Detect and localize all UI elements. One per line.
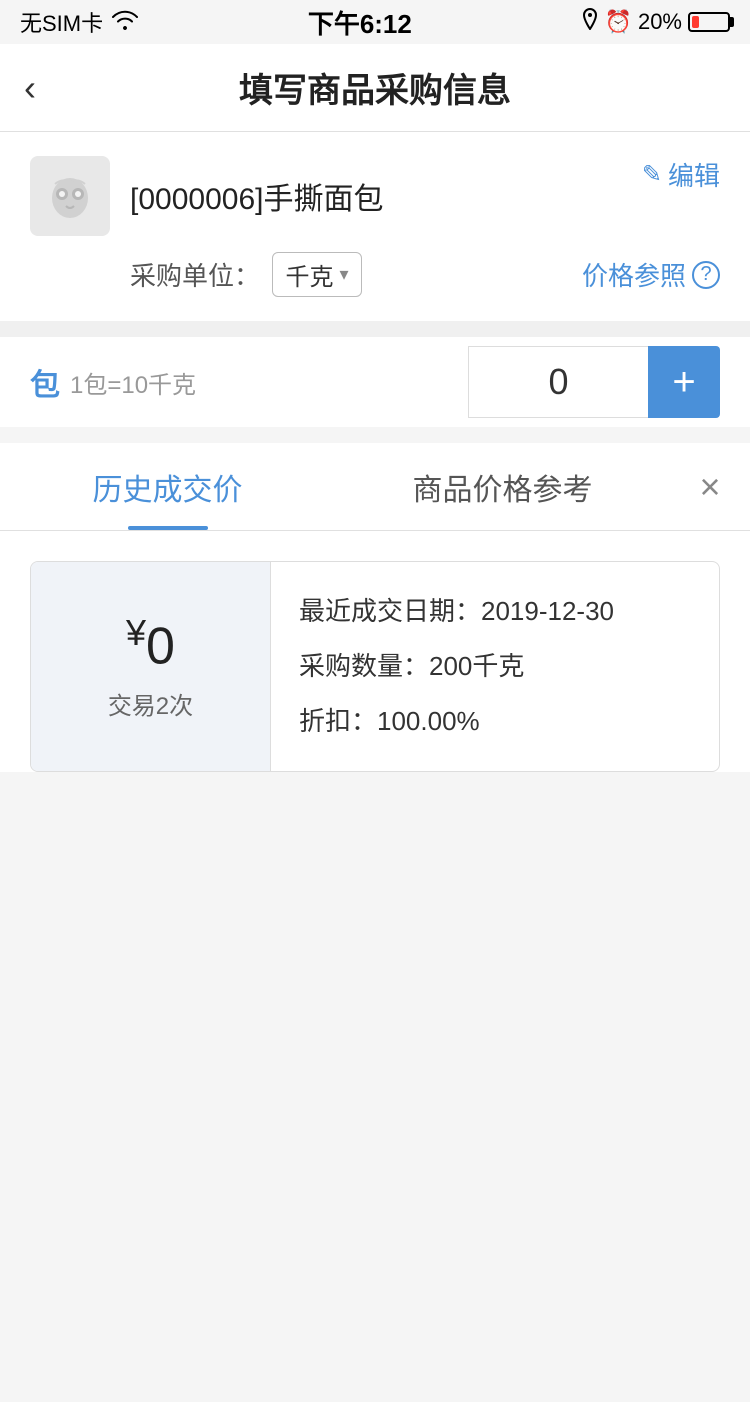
product-thumbnail (30, 156, 110, 236)
price-summary-panel: ¥0 交易2次 (31, 562, 271, 771)
status-left: 无SIM卡 (20, 6, 139, 38)
time-display: 下午6:12 (308, 4, 412, 41)
battery-text: 20% (638, 9, 682, 35)
product-name: [0000006]手撕面包 (130, 174, 383, 218)
alarm-icon: ⏰ (605, 9, 632, 35)
quantity-row: 包 1包=10千克 + (0, 337, 750, 427)
product-id: [0000006] (130, 183, 263, 216)
unit-conversion-text: 1包=10千克 (70, 365, 196, 400)
close-button[interactable]: × (670, 466, 750, 508)
unit-select-button[interactable]: 千克 ▾ (272, 252, 361, 297)
status-bar: 无SIM卡 下午6:12 ⏰ 20% (0, 0, 750, 44)
close-icon: × (699, 466, 720, 508)
price-card: ¥0 交易2次 最近成交日期：2019-12-30 采购数量：200千克 折扣：… (30, 561, 720, 772)
location-icon (581, 8, 599, 36)
unit-value: 千克 (285, 257, 333, 292)
unit-label: 采购单位： (130, 261, 260, 291)
tab-history-label: 历史成交价 (93, 465, 243, 509)
plus-icon: + (672, 362, 695, 402)
purchase-quantity-row: 采购数量：200千克 (299, 647, 691, 686)
product-left: [0000006]手撕面包 (30, 156, 383, 236)
chevron-down-icon: ▾ (339, 264, 348, 285)
price-details-panel: 最近成交日期：2019-12-30 采购数量：200千克 折扣：100.00% (271, 562, 719, 771)
tab-product-label: 商品价格参考 (413, 465, 593, 509)
discount-row: 折扣：100.00% (299, 702, 691, 741)
edit-label: 编辑 (668, 156, 720, 193)
discount-value: 100.00% (377, 706, 480, 736)
latest-date-value: 2019-12-30 (481, 596, 614, 626)
help-circle-icon: ? (692, 261, 720, 289)
price-reference-panel: 历史成交价 商品价格参考 × ¥0 交易2次 最近成交日期：2019-12-30… (0, 443, 750, 772)
product-name-text: 手撕面包 (263, 183, 383, 216)
quantity-input[interactable] (468, 346, 648, 418)
quantity-value: 200千克 (429, 651, 524, 681)
product-unit-row: 采购单位： 千克 ▾ 价格参照 ? (130, 252, 720, 297)
latest-date-row: 最近成交日期：2019-12-30 (299, 592, 691, 631)
unit-info: 包 1包=10千克 (30, 360, 196, 404)
quantity-control: + (468, 346, 720, 418)
back-button[interactable]: ‹ (24, 67, 36, 109)
quantity-label: 采购数量： (299, 651, 429, 681)
price-reference-button[interactable]: 价格参照 ? (582, 256, 720, 293)
edit-button[interactable]: ✎ 编辑 (642, 156, 720, 193)
status-right: ⏰ 20% (581, 8, 730, 36)
price-value: 0 (146, 617, 175, 675)
edit-icon: ✎ (642, 160, 662, 189)
main-content (0, 802, 750, 1402)
battery-fill (692, 16, 699, 28)
carrier-text: 无SIM卡 (20, 6, 103, 38)
price-amount: ¥0 (126, 612, 175, 676)
battery-icon (688, 12, 730, 32)
product-card: [0000006]手撕面包 ✎ 编辑 采购单位： 千克 ▾ 价格参照 ? (0, 132, 750, 321)
product-header: [0000006]手撕面包 ✎ 编辑 (30, 156, 720, 236)
discount-label: 折扣： (299, 706, 377, 736)
page-title: 填写商品采购信息 (239, 63, 511, 112)
unit-icon-label: 包 (30, 360, 60, 404)
transaction-count: 交易2次 (108, 686, 193, 721)
tab-product-price[interactable]: 商品价格参考 (335, 443, 670, 530)
unit-selector-group: 采购单位： 千克 ▾ (130, 252, 362, 297)
quantity-plus-button[interactable]: + (648, 346, 720, 418)
price-ref-label: 价格参照 (582, 256, 686, 293)
wifi-icon (111, 8, 139, 36)
latest-date-label: 最近成交日期： (299, 596, 481, 626)
nav-bar: ‹ 填写商品采购信息 (0, 44, 750, 132)
tabs-header: 历史成交价 商品价格参考 × (0, 443, 750, 531)
product-logo-icon (40, 166, 100, 226)
tab-history-price[interactable]: 历史成交价 (0, 443, 335, 530)
section-divider (0, 321, 750, 337)
currency-symbol: ¥ (126, 612, 146, 653)
